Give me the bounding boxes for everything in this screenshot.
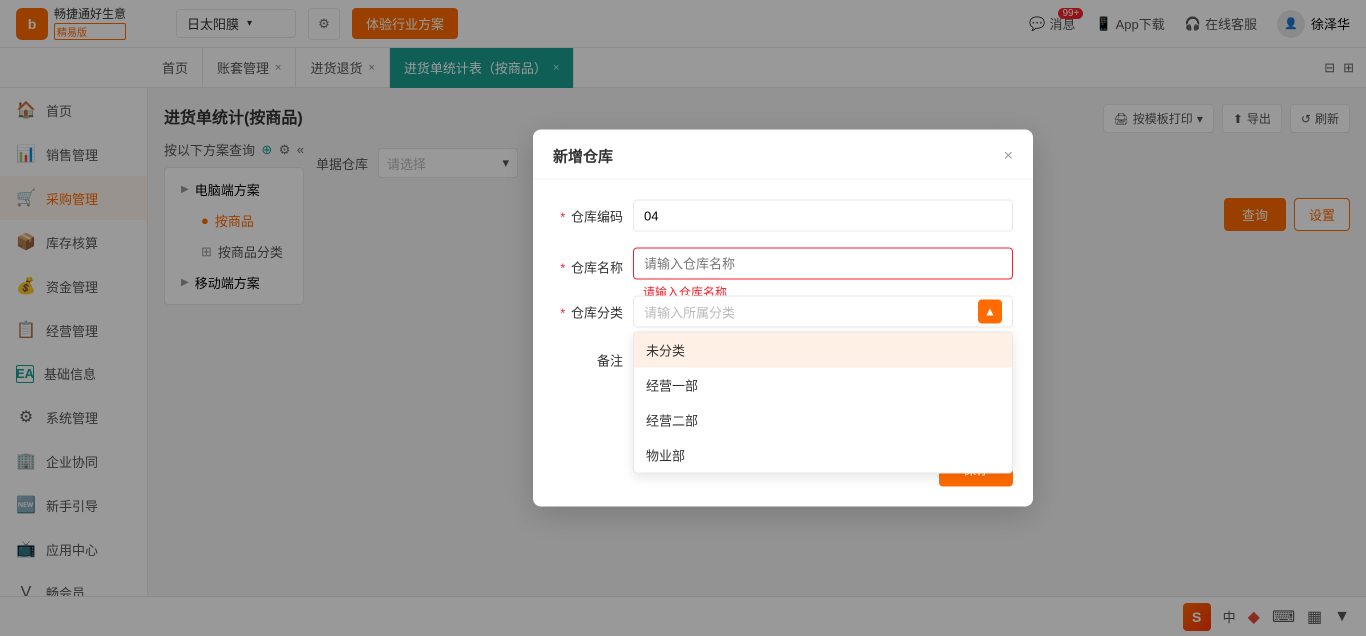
warehouse-code-input[interactable] (633, 200, 1013, 232)
dropdown-item-ops1[interactable]: 经营一部 (634, 368, 1012, 403)
dropdown-item-uncategorized[interactable]: 未分类 (634, 333, 1012, 368)
category-placeholder: 请输入所属分类 (644, 302, 735, 321)
dropdown-item-property[interactable]: 物业部 (634, 438, 1012, 473)
note-label: 备注 (553, 344, 633, 370)
required-star: * (560, 210, 565, 225)
modal-close-button[interactable]: × (1004, 148, 1013, 164)
category-dropdown-menu: 未分类 经营一部 经营二部 物业部 (633, 332, 1013, 474)
dropdown-up-arrow: ▲ (978, 300, 1002, 324)
warehouse-code-row: * 仓库编码 (553, 200, 1013, 232)
add-warehouse-modal: 新增仓库 × * 仓库编码 * 仓库名称 请输入仓库名称 (533, 130, 1033, 507)
dropdown-item-ops2[interactable]: 经营二部 (634, 403, 1012, 438)
modal-title: 新增仓库 (553, 146, 613, 167)
name-label: * 仓库名称 (553, 251, 633, 277)
category-dropdown-trigger[interactable]: 请输入所属分类 ▲ (633, 296, 1013, 328)
warehouse-name-row: * 仓库名称 请输入仓库名称 (553, 248, 1013, 280)
category-wrapper: 请输入所属分类 ▲ 未分类 经营一部 经营二部 物业部 (633, 296, 1013, 328)
warehouse-category-row: * 仓库分类 请输入所属分类 ▲ 未分类 经营一部 经营二部 (553, 296, 1013, 328)
modal-body: * 仓库编码 * 仓库名称 请输入仓库名称 * 仓库分类 (533, 180, 1033, 440)
modal-header: 新增仓库 × (533, 130, 1033, 180)
code-label: * 仓库编码 (553, 200, 633, 226)
category-label: * 仓库分类 (553, 296, 633, 322)
warehouse-name-input[interactable] (633, 248, 1013, 280)
